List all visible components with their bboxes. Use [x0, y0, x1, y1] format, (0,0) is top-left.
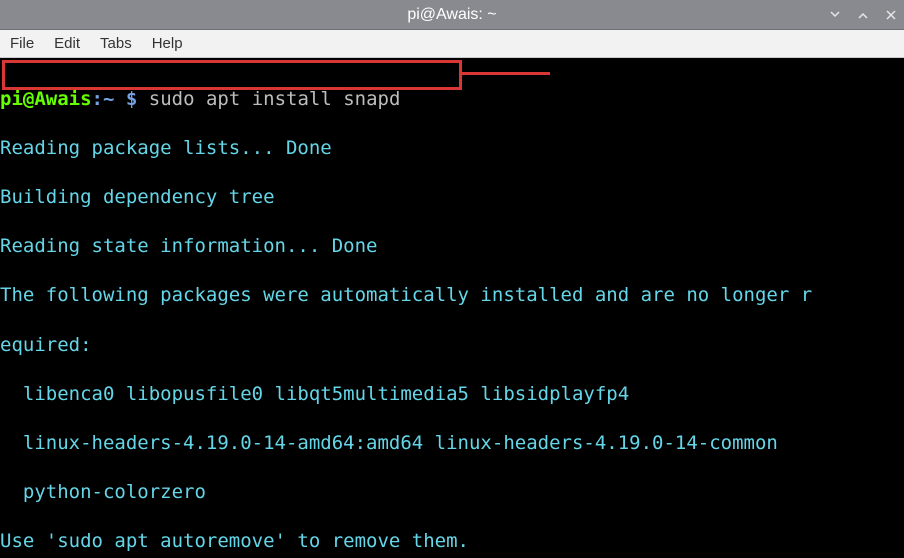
command-text: sudo apt install snapd	[149, 88, 401, 110]
prompt-at: @	[23, 88, 34, 110]
menubar: File Edit Tabs Help	[0, 30, 904, 58]
minimize-button[interactable]	[828, 8, 842, 22]
menu-tabs[interactable]: Tabs	[98, 33, 134, 54]
window-title: pi@Awais: ~	[407, 6, 496, 24]
output-line: python-colorzero	[0, 480, 904, 505]
output-line: Use 'sudo apt autoremove' to remove them…	[0, 529, 904, 554]
output-line: Building dependency tree	[0, 185, 904, 210]
prompt-host: Awais	[34, 88, 91, 110]
window-controls	[828, 0, 898, 29]
prompt-dollar: $	[114, 88, 148, 110]
output-line: libenca0 libopusfile0 libqt5multimedia5 …	[0, 382, 904, 407]
prompt-user: pi	[0, 88, 23, 110]
output-line: Reading state information... Done	[0, 234, 904, 259]
terminal[interactable]: pi@Awais:~ $ sudo apt install snapd Read…	[0, 58, 904, 558]
output-line: The following packages were automaticall…	[0, 283, 904, 308]
menu-help[interactable]: Help	[150, 33, 185, 54]
menu-file[interactable]: File	[8, 33, 36, 54]
output-line: equired:	[0, 333, 904, 358]
close-button[interactable]	[884, 8, 898, 22]
titlebar: pi@Awais: ~	[0, 0, 904, 30]
menu-edit[interactable]: Edit	[52, 33, 82, 54]
output-line: Reading package lists... Done	[0, 136, 904, 161]
prompt-line: pi@Awais:~ $ sudo apt install snapd	[0, 87, 904, 112]
prompt-path: ~	[103, 88, 114, 110]
output-line: linux-headers-4.19.0-14-amd64:amd64 linu…	[0, 431, 904, 456]
terminal-output: pi@Awais:~ $ sudo apt install snapd Read…	[0, 58, 904, 558]
prompt-colon: :	[92, 88, 103, 110]
maximize-button[interactable]	[856, 8, 870, 22]
